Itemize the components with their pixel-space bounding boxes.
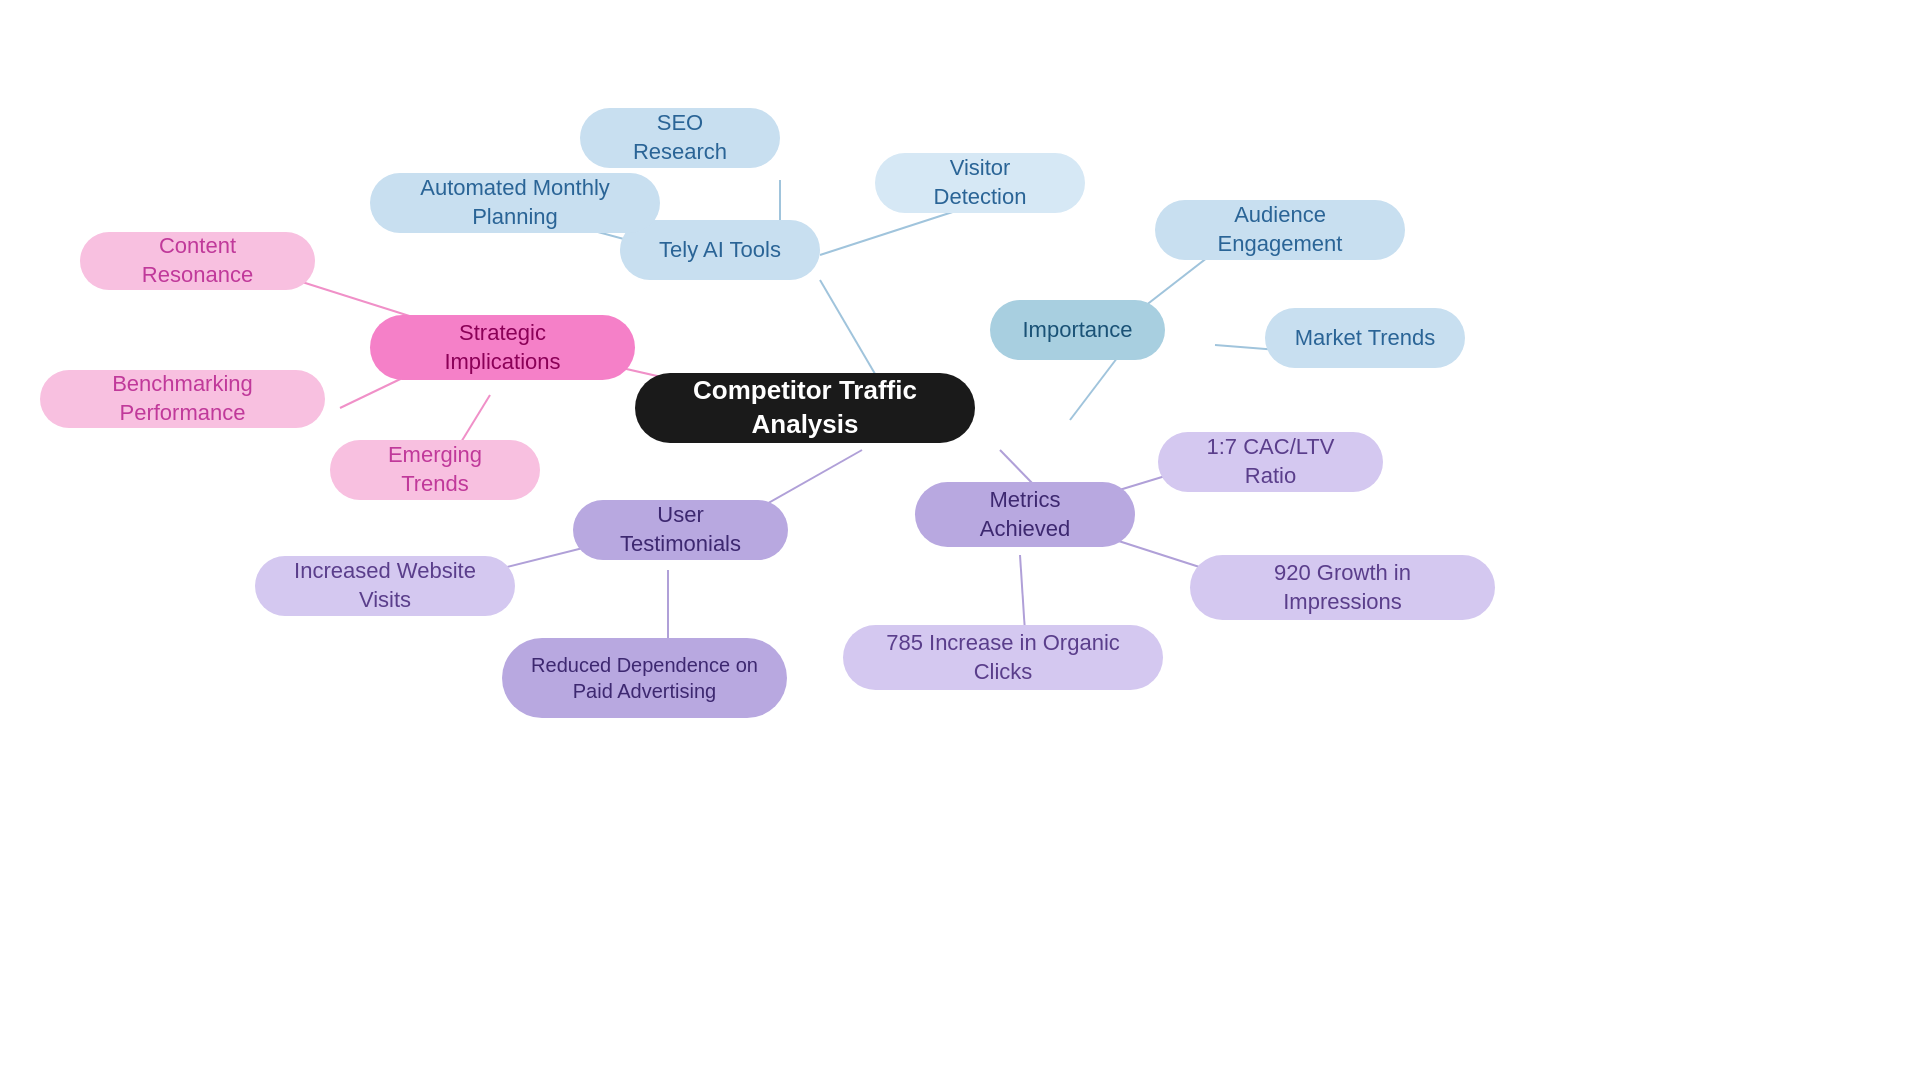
reduced-dependence-node: Reduced Dependence on Paid Advertising xyxy=(502,638,787,718)
market-trends-node: Market Trends xyxy=(1265,308,1465,368)
svg-line-14 xyxy=(1020,555,1025,632)
visitor-detection-node: Visitor Detection xyxy=(875,153,1085,213)
center-node: Competitor Traffic Analysis xyxy=(635,373,975,443)
strategic-implications-node: Strategic Implications xyxy=(370,315,635,380)
importance-node: Importance xyxy=(990,300,1165,360)
content-resonance-node: Content Resonance xyxy=(80,232,315,290)
growth-impressions-node: 920 Growth in Impressions xyxy=(1190,555,1495,620)
benchmarking-node: Benchmarking Performance xyxy=(40,370,325,428)
automated-monthly-node: Automated Monthly Planning xyxy=(370,173,660,233)
emerging-trends-node: Emerging Trends xyxy=(330,440,540,500)
organic-clicks-node: 785 Increase in Organic Clicks xyxy=(843,625,1163,690)
seo-research-node: SEO Research xyxy=(580,108,780,168)
increased-visits-node: Increased Website Visits xyxy=(255,556,515,616)
audience-engagement-node: Audience Engagement xyxy=(1155,200,1405,260)
user-testimonials-node: User Testimonials xyxy=(573,500,788,560)
tely-ai-tools-node: Tely AI Tools xyxy=(620,220,820,280)
metrics-achieved-node: Metrics Achieved xyxy=(915,482,1135,547)
cac-ltv-node: 1:7 CAC/LTV Ratio xyxy=(1158,432,1383,492)
